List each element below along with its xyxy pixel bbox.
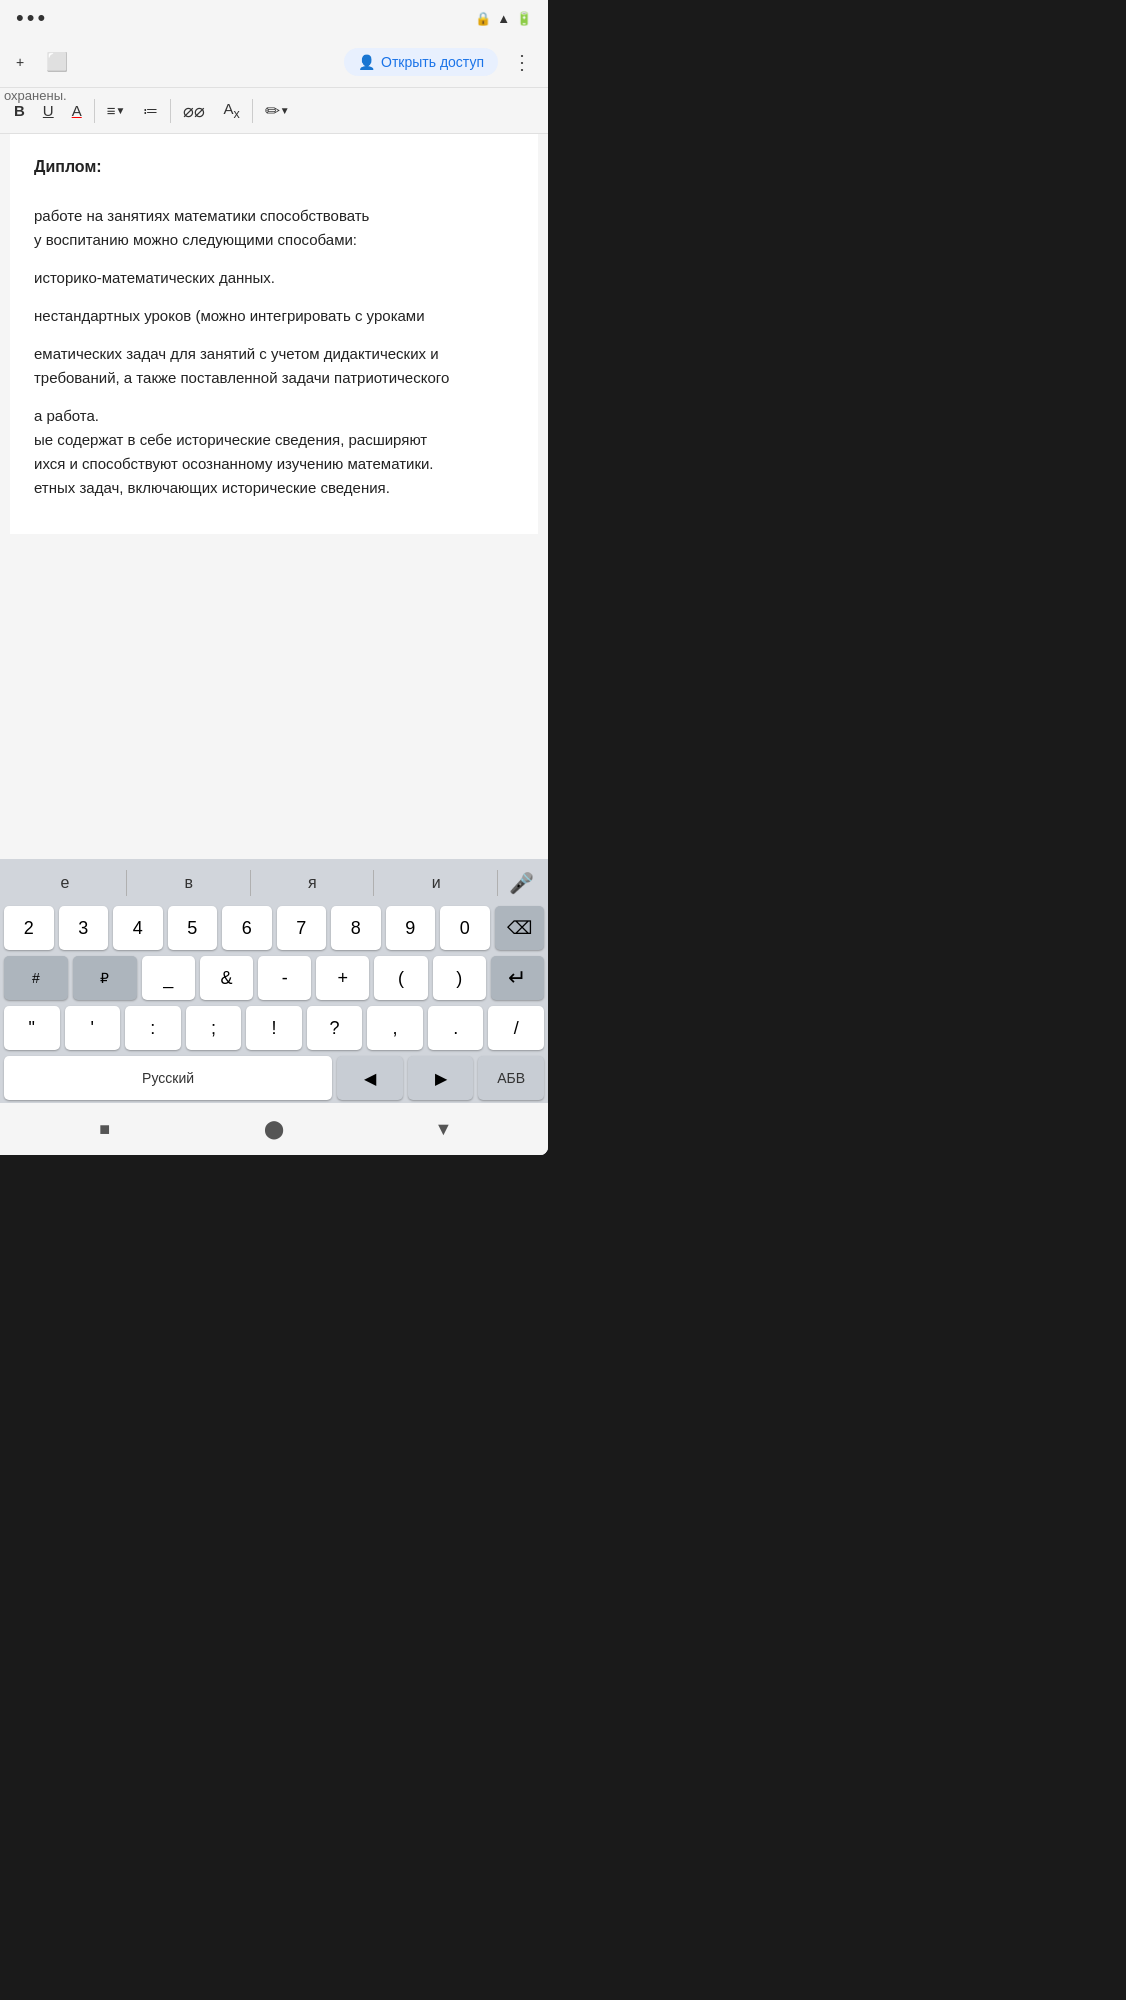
status-right: 🔒 ▲ 🔋 [475,11,532,26]
key-ampersand[interactable]: & [200,956,253,1000]
attach-button[interactable]: ✏ ▼ [257,95,298,127]
suggestion-ya[interactable]: я [252,870,375,896]
key-4[interactable]: 4 [113,906,163,950]
back-button[interactable]: ■ [87,1111,123,1147]
key-0[interactable]: 0 [440,906,490,950]
more-button[interactable]: ⋮ [504,46,540,78]
key-lparen[interactable]: ( [374,956,427,1000]
key-minus[interactable]: - [258,956,311,1000]
keyboard-row-numbers: 2 3 4 5 6 7 8 9 0 ⌫ [0,903,548,953]
doc-block-4: ематических задач для занятий с учетом д… [34,342,514,390]
format-divider-2 [170,99,171,123]
attach-icon: ✏ [265,100,280,122]
align-button[interactable]: ≡ ▼ [99,97,134,124]
abv-key[interactable]: АБВ [478,1056,544,1100]
add-button[interactable]: + [8,50,32,74]
key-5[interactable]: 5 [168,906,218,950]
key-comma[interactable]: , [367,1006,423,1050]
recent-button[interactable]: ▼ [425,1111,461,1147]
key-colon[interactable]: : [125,1006,181,1050]
doc-block-3: нестандартных уроков (можно интегрироват… [34,304,514,328]
nav-right-key[interactable]: ▶ [408,1056,474,1100]
chevron-down-icon: ▼ [115,105,125,116]
list-button[interactable]: ≔ [135,97,166,125]
nav-left-key[interactable]: ◀ [337,1056,403,1100]
key-3[interactable]: 3 [59,906,109,950]
share-person-icon: 👤 [358,54,375,70]
mic-icon[interactable]: 🎤 [499,867,544,899]
key-squote[interactable]: ' [65,1006,121,1050]
status-dots: ••• [16,5,48,31]
share-label: Открыть доступ [381,54,484,70]
key-8[interactable]: 8 [331,906,381,950]
text-format-button[interactable]: Ax [215,95,247,126]
format-bar: B U A ≡ ▼ ≔ ⌀⌀ Ax ✏ ▼ [0,88,548,134]
comment-button[interactable]: ⬜ [38,47,76,77]
wifi-icon: ▲ [497,11,510,26]
key-ruble[interactable]: ₽ [73,956,137,1000]
key-slash[interactable]: / [488,1006,544,1050]
key-question[interactable]: ? [307,1006,363,1050]
enter-key[interactable]: ↵ [491,956,544,1000]
system-nav-bar: ■ ⬤ ▼ [0,1103,548,1155]
phone-screen: ••• 🔒 ▲ 🔋 + ⬜ 👤 Открыть доступ ⋮ охранен… [0,0,548,1155]
key-semicolon[interactable]: ; [186,1006,242,1050]
suggestion-v[interactable]: в [128,870,251,896]
share-button[interactable]: 👤 Открыть доступ [344,48,498,76]
keyboard-bottom-row: Русский ◀ ▶ АБВ [0,1053,548,1103]
saved-indicator: охранены. [0,88,71,103]
link-button[interactable]: ⌀⌀ [175,95,213,127]
format-divider-3 [252,99,253,123]
link-icon: ⌀⌀ [183,100,205,122]
key-plus[interactable]: + [316,956,369,1000]
key-rparen[interactable]: ) [433,956,486,1000]
key-9[interactable]: 9 [386,906,436,950]
comment-icon: ⬜ [46,52,68,72]
align-icon: ≡ [107,102,116,119]
lock-icon: 🔒 [475,11,491,26]
space-key[interactable]: Русский [4,1056,332,1100]
key-dquote[interactable]: " [4,1006,60,1050]
keyboard-suggestions-row: е в я и 🎤 [0,859,548,903]
document-title: Диплом: [34,154,514,180]
key-underscore[interactable]: _ [142,956,195,1000]
battery-icon: 🔋 [516,11,532,26]
status-bar: ••• 🔒 ▲ 🔋 [0,0,548,36]
attach-chevron-icon: ▼ [280,105,290,116]
keyboard-row-symbols2: " ' : ; ! ? , . / [0,1003,548,1053]
home-button[interactable]: ⬤ [256,1111,292,1147]
suggestion-e[interactable]: е [4,870,127,896]
key-period[interactable]: . [428,1006,484,1050]
doc-block-2: историко-математических данных. [34,266,514,290]
key-7[interactable]: 7 [277,906,327,950]
document-area[interactable]: Диплом: работе на занятиях математики сп… [10,134,538,534]
key-6[interactable]: 6 [222,906,272,950]
key-exclaim[interactable]: ! [246,1006,302,1050]
key-hash[interactable]: # [4,956,68,1000]
doc-block-1: работе на занятиях математики способство… [34,204,514,252]
suggestion-i[interactable]: и [375,870,498,896]
doc-block-5: а работа.ые содержат в себе исторические… [34,404,514,500]
keyboard-row-symbols1: # ₽ _ & - + ( ) ↵ [0,953,548,1003]
backspace-key[interactable]: ⌫ [495,906,545,950]
text-format-icon: Ax [223,100,239,121]
list-icon: ≔ [143,102,158,120]
doc-toolbar: + ⬜ 👤 Открыть доступ ⋮ [0,36,548,88]
keyboard: е в я и 🎤 2 3 4 5 6 7 8 9 0 ⌫ # ₽ _ & - … [0,859,548,1155]
key-2[interactable]: 2 [4,906,54,950]
format-divider-1 [94,99,95,123]
